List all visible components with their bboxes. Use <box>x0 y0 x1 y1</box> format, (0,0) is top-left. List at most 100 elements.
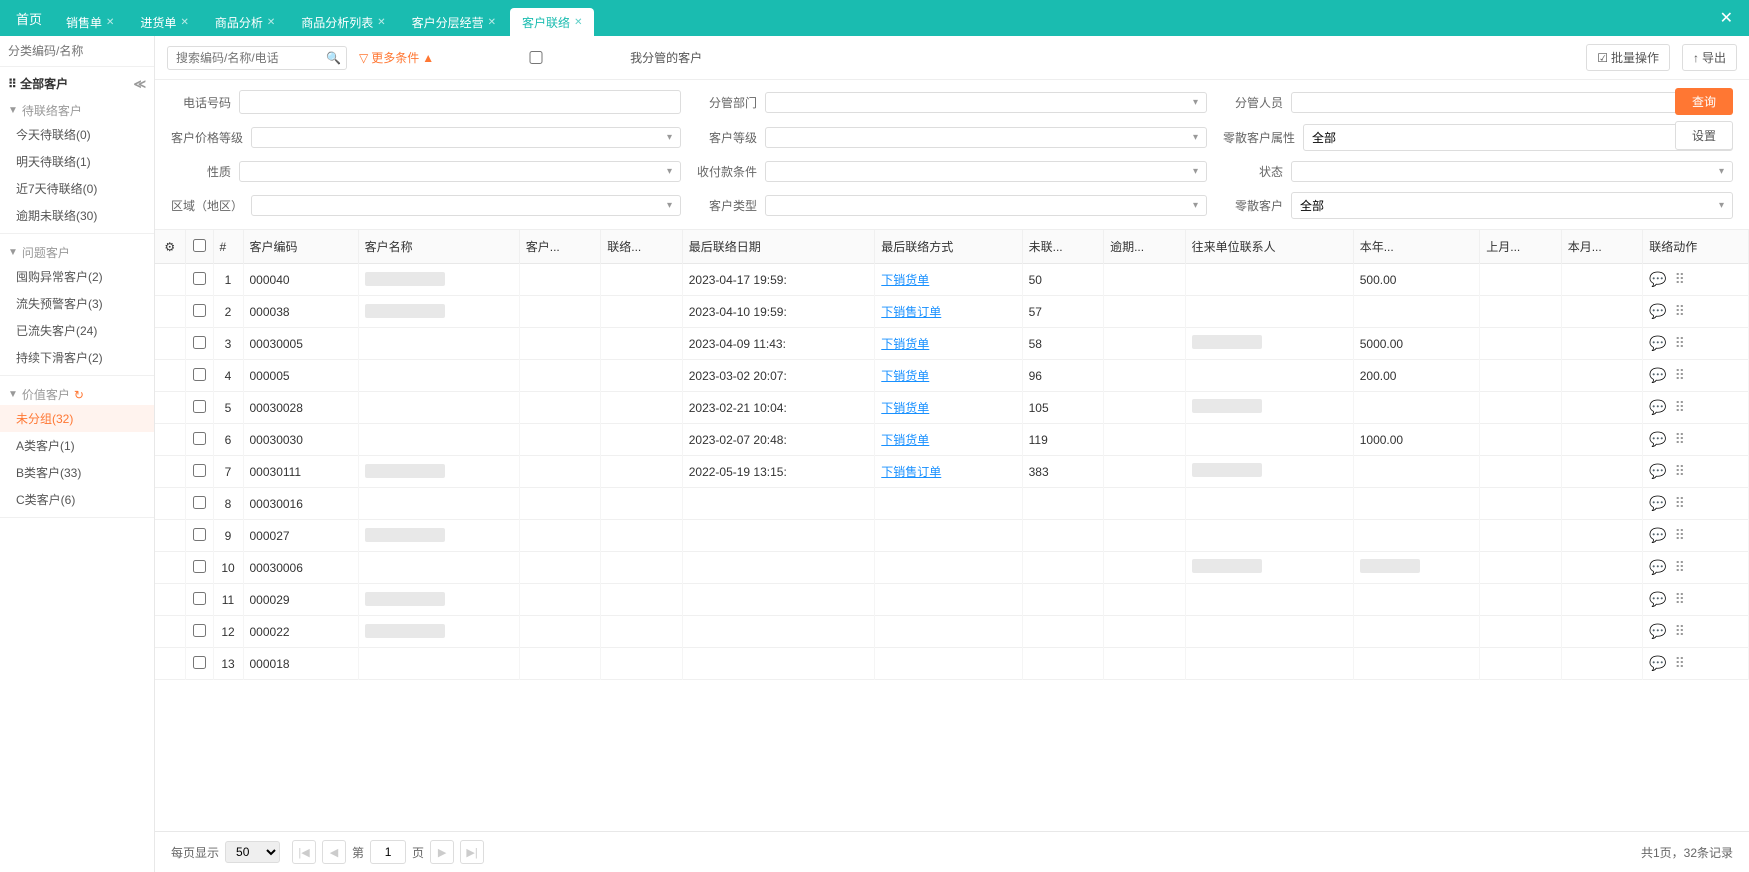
th-settings[interactable]: ⚙ <box>155 230 185 264</box>
filter-select-field[interactable]: ▾ <box>1291 161 1733 182</box>
sidebar-search-input[interactable] <box>8 44 155 58</box>
contact-method-link[interactable]: 下销售订单 <box>881 465 941 479</box>
collapse-sidebar-icon[interactable]: ≪ <box>133 77 146 91</box>
message-icon[interactable]: 💬 <box>1649 367 1666 384</box>
tab-close-icon[interactable]: ✕ <box>106 17 114 28</box>
grid-icon[interactable]: ⠿ <box>1675 271 1685 288</box>
grid-icon[interactable]: ⠿ <box>1675 623 1685 640</box>
page-size-select[interactable]: 50 20 100 <box>225 841 280 863</box>
grid-icon[interactable]: ⠿ <box>1675 527 1685 544</box>
grid-icon[interactable]: ⠿ <box>1675 591 1685 608</box>
grid-icon[interactable]: ⠿ <box>1675 303 1685 320</box>
grid-icon[interactable]: ⠿ <box>1675 335 1685 352</box>
contact-method-link[interactable]: 下销货单 <box>881 433 929 447</box>
grid-icon[interactable]: ⠿ <box>1675 399 1685 416</box>
my-customers-checkbox[interactable] <box>446 51 626 64</box>
sidebar-item[interactable]: 持续下滑客户(2) <box>0 344 154 371</box>
tab-close-icon[interactable]: ✕ <box>180 17 188 28</box>
nav-tab-客户联络[interactable]: 客户联络✕ <box>510 8 594 36</box>
contact-method-link[interactable]: 下销售订单 <box>881 305 941 319</box>
sidebar-item[interactable]: 未分组(32) <box>0 405 154 432</box>
nav-tab-销售单[interactable]: 销售单✕ <box>54 8 126 36</box>
th-check[interactable] <box>185 230 213 264</box>
filter-select-field[interactable]: 全部▾ <box>1303 124 1733 151</box>
message-icon[interactable]: 💬 <box>1649 559 1666 576</box>
query-button[interactable]: 查询 <box>1675 88 1733 115</box>
nav-tab-商品分析列表[interactable]: 商品分析列表✕ <box>289 8 397 36</box>
search-input[interactable] <box>167 46 347 70</box>
row-checkbox[interactable] <box>193 656 206 669</box>
message-icon[interactable]: 💬 <box>1649 623 1666 640</box>
row-checkbox[interactable] <box>193 368 206 381</box>
next-page-btn[interactable]: ▶ <box>430 840 454 864</box>
sidebar-item[interactable]: 流失预警客户(3) <box>0 290 154 317</box>
nav-tab-进货单[interactable]: 进货单✕ <box>128 8 200 36</box>
message-icon[interactable]: 💬 <box>1649 271 1666 288</box>
contact-method-link[interactable]: 下销货单 <box>881 369 929 383</box>
settings-icon[interactable]: ⚙ <box>164 240 175 254</box>
filter-select-field[interactable]: ▾ <box>765 92 1207 113</box>
first-page-btn[interactable]: |◀ <box>292 840 316 864</box>
prev-page-btn[interactable]: ◀ <box>322 840 346 864</box>
grid-icon[interactable]: ⠿ <box>1675 559 1685 576</box>
message-icon[interactable]: 💬 <box>1649 303 1666 320</box>
sidebar-group-header[interactable]: ▼待联络客户 <box>0 96 154 121</box>
row-checkbox[interactable] <box>193 496 206 509</box>
message-icon[interactable]: 💬 <box>1649 495 1666 512</box>
sidebar-group-header[interactable]: ▼问题客户 <box>0 238 154 263</box>
row-checkbox[interactable] <box>193 592 206 605</box>
filter-select-field[interactable]: ▾ <box>765 127 1207 148</box>
tab-close-icon[interactable]: ✕ <box>267 17 275 28</box>
export-btn[interactable]: ↑ 导出 <box>1682 44 1737 71</box>
row-checkbox[interactable] <box>193 432 206 445</box>
tab-close-icon[interactable]: ✕ <box>488 17 496 28</box>
sidebar-item[interactable]: 逾期未联络(30) <box>0 202 154 229</box>
grid-icon[interactable]: ⠿ <box>1675 495 1685 512</box>
filter-select-field[interactable]: ▾ <box>765 161 1207 182</box>
nav-home[interactable]: 首页 <box>8 9 50 28</box>
sidebar-item[interactable]: B类客户(33) <box>0 459 154 486</box>
filter-select-field[interactable]: 全部▾ <box>1291 192 1733 219</box>
reset-button[interactable]: 设置 <box>1675 121 1733 150</box>
message-icon[interactable]: 💬 <box>1649 591 1666 608</box>
grid-icon[interactable]: ⠿ <box>1675 367 1685 384</box>
my-customers-filter[interactable]: 我分管的客户 <box>446 49 702 66</box>
grid-icon[interactable]: ⠿ <box>1675 463 1685 480</box>
message-icon[interactable]: 💬 <box>1649 399 1666 416</box>
filter-select-field[interactable]: ▾ <box>251 127 681 148</box>
refresh-icon[interactable]: ↻ <box>74 388 84 402</box>
window-close-button[interactable]: ✕ <box>1712 8 1741 28</box>
row-checkbox[interactable] <box>193 624 206 637</box>
row-checkbox[interactable] <box>193 560 206 573</box>
sidebar-item[interactable]: 明天待联络(1) <box>0 148 154 175</box>
sidebar-group-header[interactable]: ▼价值客户↻ <box>0 380 154 405</box>
batch-operation-btn[interactable]: ☑ 批量操作 <box>1586 44 1670 71</box>
nav-tab-客户分层经营[interactable]: 客户分层经营✕ <box>400 8 508 36</box>
more-conditions-btn[interactable]: ▽ 更多条件 ▲ <box>359 49 434 66</box>
contact-method-link[interactable]: 下销货单 <box>881 337 929 351</box>
sidebar-item[interactable]: 已流失客户(24) <box>0 317 154 344</box>
row-checkbox[interactable] <box>193 272 206 285</box>
row-checkbox[interactable] <box>193 528 206 541</box>
row-checkbox[interactable] <box>193 400 206 413</box>
message-icon[interactable]: 💬 <box>1649 527 1666 544</box>
message-icon[interactable]: 💬 <box>1649 431 1666 448</box>
filter-select-field[interactable]: ▾ <box>239 161 681 182</box>
tab-close-icon[interactable]: ✕ <box>574 17 582 28</box>
page-number-input[interactable] <box>370 840 406 864</box>
message-icon[interactable]: 💬 <box>1649 655 1666 672</box>
contact-method-link[interactable]: 下销货单 <box>881 273 929 287</box>
sidebar-item[interactable]: A类客户(1) <box>0 432 154 459</box>
row-checkbox[interactable] <box>193 464 206 477</box>
search-icon[interactable]: 🔍 <box>326 51 341 65</box>
last-page-btn[interactable]: ▶| <box>460 840 484 864</box>
filter-select-field[interactable]: ▾ <box>765 195 1207 216</box>
grid-icon[interactable]: ⠿ <box>1675 655 1685 672</box>
sidebar-item[interactable]: C类客户(6) <box>0 486 154 513</box>
message-icon[interactable]: 💬 <box>1649 335 1666 352</box>
filter-select-field[interactable]: ▾ <box>1291 92 1733 113</box>
row-checkbox[interactable] <box>193 336 206 349</box>
sidebar-item[interactable]: 今天待联络(0) <box>0 121 154 148</box>
row-checkbox[interactable] <box>193 304 206 317</box>
sidebar-item[interactable]: 近7天待联络(0) <box>0 175 154 202</box>
